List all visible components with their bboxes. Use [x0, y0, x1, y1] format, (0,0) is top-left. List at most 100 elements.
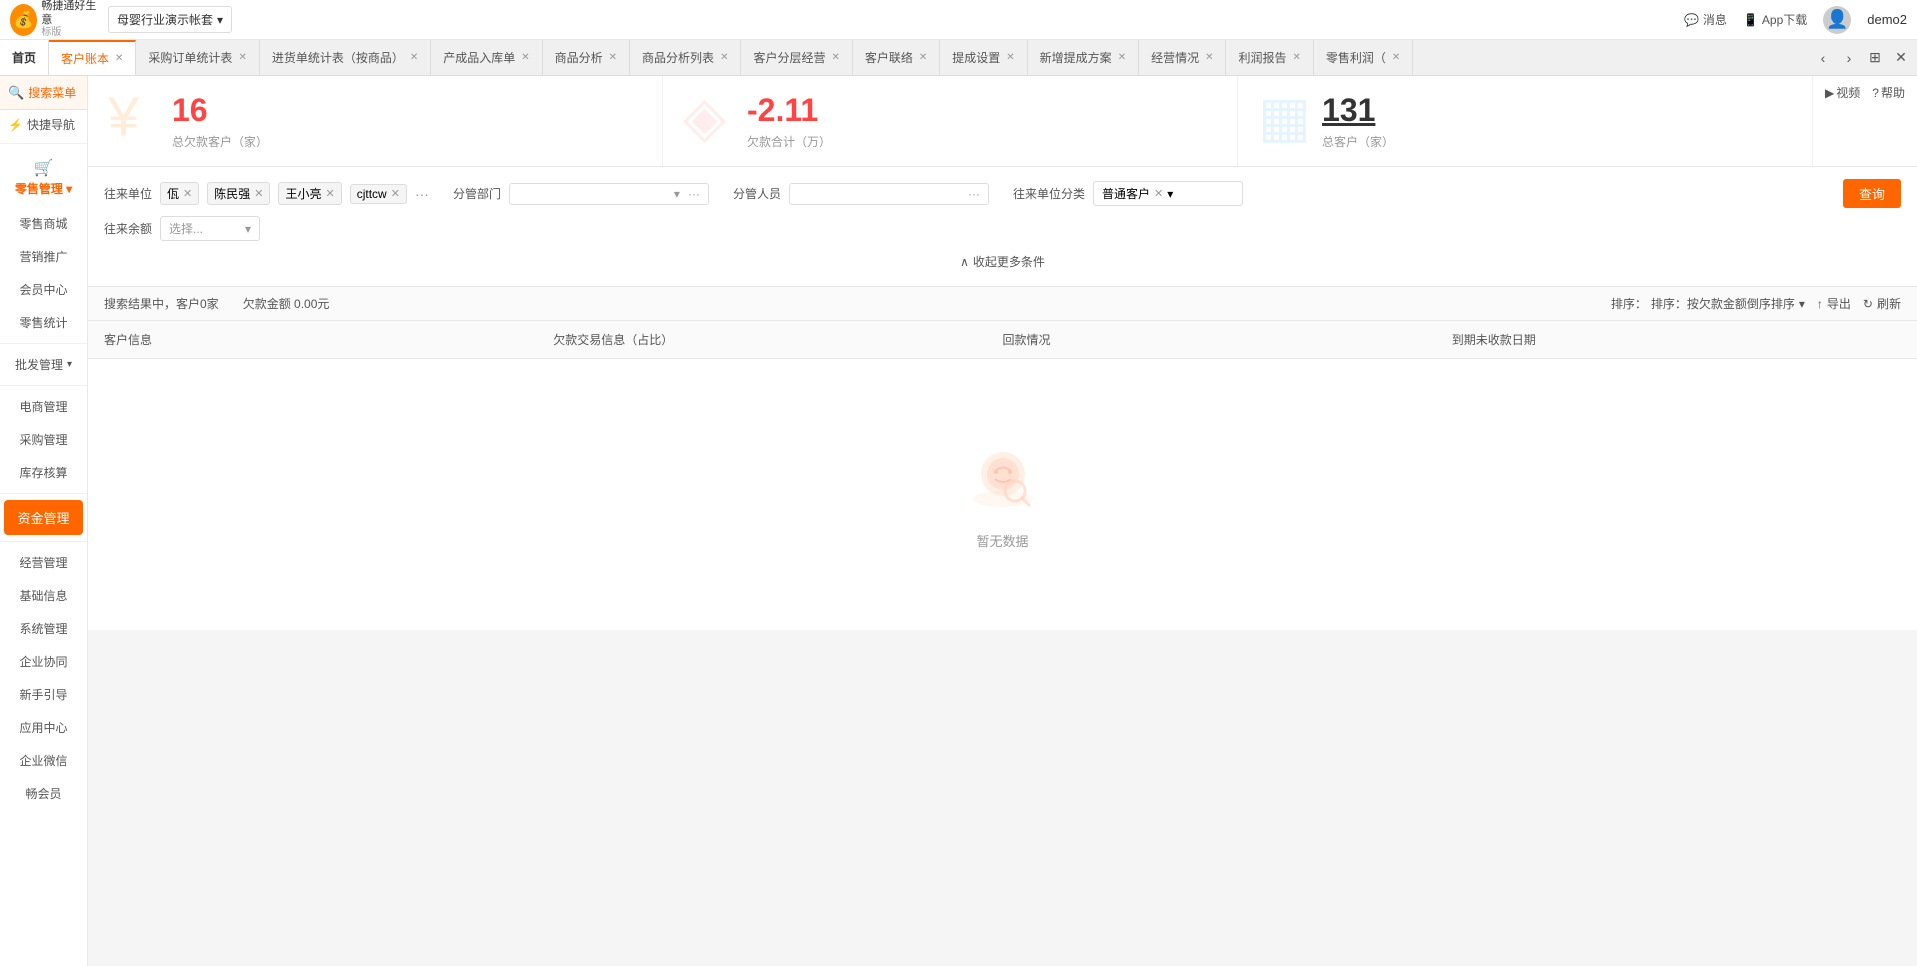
- message-button[interactable]: 💬 消息: [1684, 11, 1727, 28]
- stat-icon-money: ¥: [108, 84, 139, 149]
- sidebar-item-marketing[interactable]: 营销推广: [0, 240, 87, 273]
- results-actions: 排序： 排序：按欠款金额倒序排序 ▾ ↑ 导出 ↻ 刷新: [1611, 295, 1901, 312]
- tab-close-inbound[interactable]: ✕: [410, 52, 418, 63]
- stat-debtors-label: 总欠款客户（家）: [172, 133, 268, 150]
- tab-close-segment[interactable]: ✕: [831, 52, 839, 63]
- filter-tag-wa-close[interactable]: ✕: [183, 187, 192, 200]
- filter-tag-cjttcw-close[interactable]: ✕: [391, 187, 400, 200]
- export-button[interactable]: ↑ 导出: [1817, 295, 1851, 312]
- tab-close-all-button[interactable]: ✕: [1889, 46, 1913, 70]
- sidebar-item-finance[interactable]: 资金管理: [4, 500, 83, 535]
- app-download-button[interactable]: 📱 App下载: [1743, 11, 1807, 28]
- sidebar-item-purchase[interactable]: 采购管理: [0, 423, 87, 456]
- tab-close-product-list[interactable]: ✕: [720, 52, 728, 63]
- avatar[interactable]: 👤: [1823, 6, 1851, 34]
- help-link[interactable]: ? 帮助: [1872, 84, 1905, 101]
- tab-new-promotion[interactable]: 新增提成方案 ✕: [1028, 40, 1139, 76]
- dept-select[interactable]: ▾ ···: [509, 183, 709, 205]
- sidebar-item-retail-mall[interactable]: 零售商城: [0, 207, 87, 240]
- stat-debt-number: -2.11: [747, 92, 831, 129]
- balance-select[interactable]: 选择... ▾: [160, 216, 260, 241]
- logo-area: 💰 畅捷通好生意 标版: [10, 0, 98, 38]
- search-result-text: 搜索结果中，客户0家: [104, 295, 219, 312]
- sidebar-search[interactable]: 🔍 搜索菜单: [0, 76, 87, 110]
- filter-tag-chenminqiang-close[interactable]: ✕: [254, 187, 263, 200]
- filter-more-units[interactable]: ···: [415, 186, 429, 202]
- sidebar-item-enterprise[interactable]: 企业协同: [0, 645, 87, 678]
- store-dropdown-icon: ▾: [217, 13, 223, 27]
- query-button[interactable]: 查询: [1843, 179, 1901, 208]
- sidebar-item-ecommerce[interactable]: 电商管理: [0, 390, 87, 423]
- tab-retail-profit[interactable]: 零售利润（ ✕: [1314, 40, 1413, 76]
- stat-debtors-number: 16: [172, 92, 268, 129]
- sidebar-divider-2: [0, 343, 87, 344]
- col-debt-info: 欠款交易信息（占比）: [553, 331, 1002, 348]
- tab-purchase-orders[interactable]: 采购订单统计表 ✕: [136, 40, 259, 76]
- store-name: 母婴行业演示帐套: [117, 11, 213, 28]
- tab-prev-button[interactable]: ‹: [1811, 46, 1835, 70]
- tab-close-promotion[interactable]: ✕: [1006, 52, 1014, 63]
- filter-area: 往来单位 佤 ✕ 陈民强 ✕ 王小亮 ✕ cjttcw ✕ ···: [88, 167, 1917, 287]
- tab-next-button[interactable]: ›: [1837, 46, 1861, 70]
- sidebar-item-vip-member[interactable]: 畅会员: [0, 777, 87, 810]
- tab-expand-button[interactable]: ⊞: [1863, 46, 1887, 70]
- dept-select-dots[interactable]: ···: [688, 187, 700, 201]
- sidebar-item-basic-info[interactable]: 基础信息: [0, 579, 87, 612]
- logo-icon: 💰: [10, 4, 37, 36]
- tab-close-retail-profit[interactable]: ✕: [1392, 52, 1400, 63]
- filter-row-1: 往来单位 佤 ✕ 陈民强 ✕ 王小亮 ✕ cjttcw ✕ ···: [104, 179, 1901, 208]
- content-area: ¥ 16 总欠款客户（家） ◈ -2.11 欠款合计（万） ▦ 131 总客户（…: [88, 76, 1917, 966]
- tab-close-product[interactable]: ✕: [609, 52, 617, 63]
- sidebar-item-operations[interactable]: 经营管理: [0, 546, 87, 579]
- sidebar-item-system[interactable]: 系统管理: [0, 612, 87, 645]
- filter-tag-wangxiaoliang-close[interactable]: ✕: [326, 187, 335, 200]
- sidebar-item-app-center[interactable]: 应用中心: [0, 711, 87, 744]
- col-customer-info: 客户信息: [104, 331, 553, 348]
- refresh-button[interactable]: ↻ 刷新: [1863, 295, 1901, 312]
- tab-close-purchase[interactable]: ✕: [238, 52, 246, 63]
- sidebar-quick-nav[interactable]: ⚡ 快捷导航: [0, 110, 87, 139]
- tab-customer-segment[interactable]: 客户分层经营 ✕: [741, 40, 852, 76]
- export-icon: ↑: [1817, 297, 1823, 311]
- tab-close-operations[interactable]: ✕: [1205, 52, 1213, 63]
- tab-close-cost[interactable]: ✕: [521, 52, 529, 63]
- tab-close-new-promotion[interactable]: ✕: [1118, 52, 1126, 63]
- dept-select-arrow: ▾: [674, 187, 680, 201]
- tab-promotion-settings[interactable]: 提成设置 ✕: [940, 40, 1027, 76]
- filter-tag-chenminqiang: 陈民强 ✕: [207, 182, 270, 205]
- sidebar-item-member[interactable]: 会员中心: [0, 273, 87, 306]
- tab-accounts[interactable]: 客户账本 ✕: [49, 40, 136, 76]
- tab-home[interactable]: 首页: [0, 40, 49, 76]
- tab-customer-contact[interactable]: 客户联络 ✕: [853, 40, 940, 76]
- tab-bar: 首页 客户账本 ✕ 采购订单统计表 ✕ 进货单统计表（按商品） ✕ 产成品入库单…: [0, 40, 1917, 76]
- tab-profit-report[interactable]: 利润报告 ✕: [1226, 40, 1313, 76]
- tab-close-accounts[interactable]: ✕: [115, 53, 123, 64]
- tab-close-contact[interactable]: ✕: [919, 52, 927, 63]
- sidebar-divider-3: [0, 385, 87, 386]
- sidebar-item-enterprise-wechat[interactable]: 企业微信: [0, 744, 87, 777]
- video-link[interactable]: ▶ 视频: [1825, 84, 1860, 101]
- sidebar-item-retail-stats[interactable]: 零售统计: [0, 306, 87, 339]
- sidebar-item-retail[interactable]: 🛒 零售管理 ▾: [0, 148, 87, 207]
- person-select-dots[interactable]: ···: [968, 187, 980, 201]
- tab-product-analysis-list[interactable]: 商品分析列表 ✕: [630, 40, 741, 76]
- tab-inbound-stats[interactable]: 进货单统计表（按商品） ✕: [260, 40, 431, 76]
- sidebar-item-new-guide[interactable]: 新手引导: [0, 678, 87, 711]
- tab-product-analysis[interactable]: 商品分析 ✕: [543, 40, 630, 76]
- store-selector[interactable]: 母婴行业演示帐套 ▾: [108, 6, 232, 33]
- sort-select[interactable]: 排序： 排序：按欠款金额倒序排序 ▾: [1611, 295, 1805, 312]
- classify-select[interactable]: 普通客户 ✕ ▾: [1093, 181, 1243, 206]
- stat-total-debt: ◈ -2.11 欠款合计（万）: [663, 76, 1238, 166]
- classify-tag-close[interactable]: ✕: [1154, 187, 1163, 200]
- tab-close-profit[interactable]: ✕: [1293, 52, 1301, 63]
- person-select[interactable]: ···: [789, 183, 989, 205]
- sidebar-item-wholesale[interactable]: 批发管理 ▾: [0, 348, 87, 381]
- tab-operations[interactable]: 经营情况 ✕: [1139, 40, 1226, 76]
- sidebar-search-label: 搜索菜单: [28, 84, 76, 101]
- tab-cost-inbound[interactable]: 产成品入库单 ✕: [431, 40, 542, 76]
- col-due-date: 到期未收款日期: [1452, 331, 1901, 348]
- sidebar-divider-1: [0, 143, 87, 144]
- sidebar-item-inventory[interactable]: 库存核算: [0, 456, 87, 489]
- classify-filter-label: 往来单位分类: [1013, 185, 1085, 202]
- collapse-button[interactable]: ∧ 收起更多条件: [104, 249, 1901, 274]
